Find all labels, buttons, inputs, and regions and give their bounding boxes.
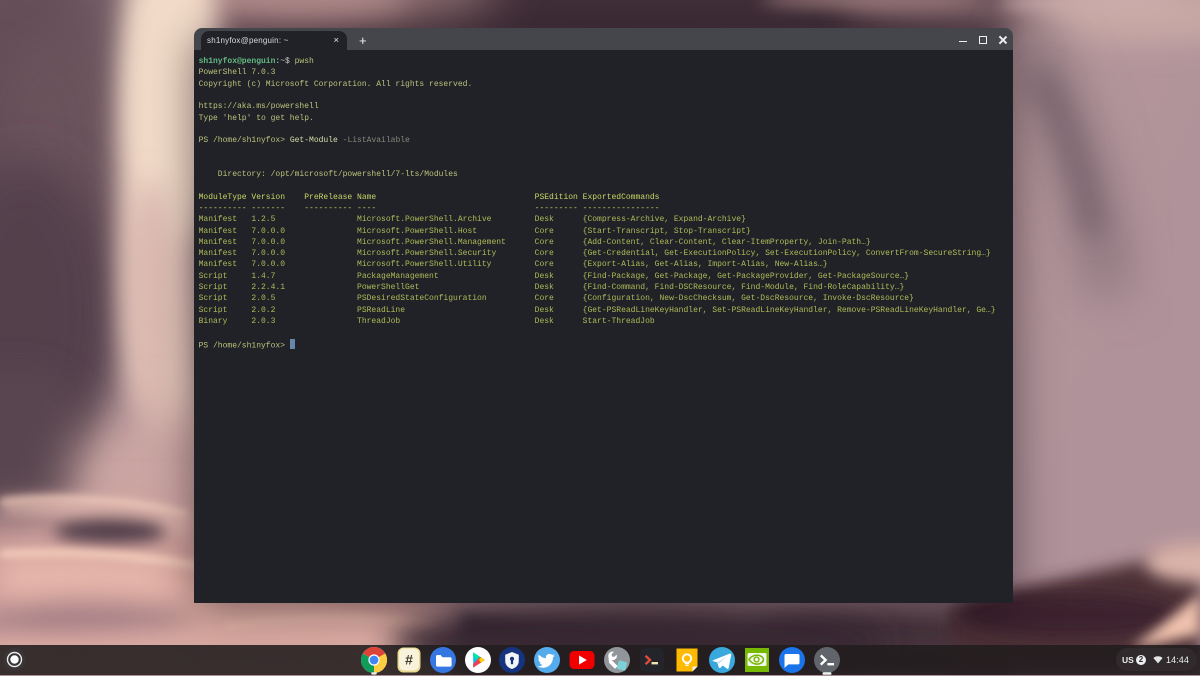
svg-text:#: # bbox=[405, 652, 413, 668]
